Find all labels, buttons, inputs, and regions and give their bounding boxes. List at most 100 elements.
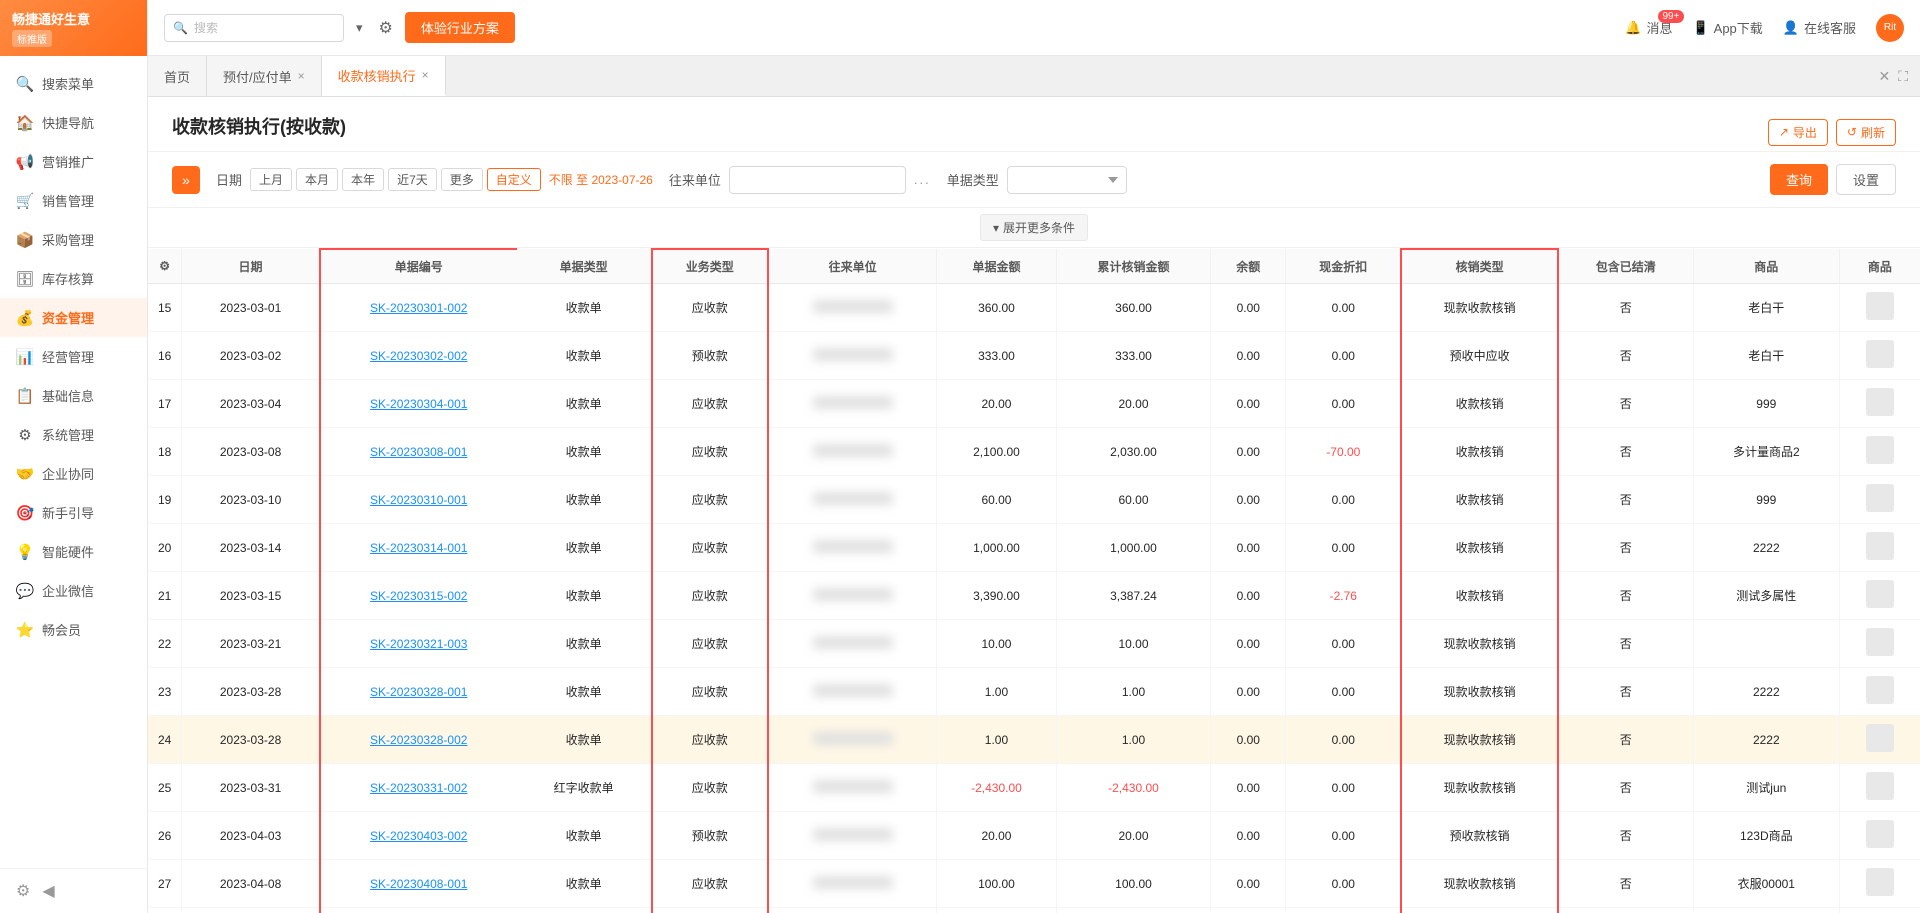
expand-more-label: 展开更多条件 — [1003, 219, 1075, 236]
sidebar-item-operations[interactable]: 📊 经营管理 — [0, 337, 147, 376]
doc-no-link[interactable]: SK-20230403-002 — [370, 829, 467, 843]
collapse-icon[interactable]: ◀ — [42, 881, 54, 901]
cell-biz-type: 应收款 — [652, 668, 768, 716]
table-row[interactable]: 25 2023-03-31 SK-20230331-002 红字收款单 应收款 … — [148, 764, 1920, 812]
cell-product: 多计量商品2 — [1693, 428, 1839, 476]
solution-button[interactable]: 体验行业方案 — [405, 12, 515, 43]
sidebar-item-purchase[interactable]: 📦 采购管理 — [0, 220, 147, 259]
tab-maximize-icon[interactable]: ⛶ — [1898, 68, 1908, 85]
tab-payable[interactable]: 预付/应付单 × — [207, 56, 322, 96]
topbar-gear-icon[interactable]: ⚙ — [379, 18, 393, 38]
table-row[interactable]: 17 2023-03-04 SK-20230304-001 收款单 应收款 20… — [148, 380, 1920, 428]
cell-no: 24 — [148, 716, 182, 764]
topbar-dropdown-arrow[interactable]: ▾ — [356, 20, 363, 36]
query-button[interactable]: 查询 — [1770, 164, 1828, 195]
date-btn-7days[interactable]: 近7天 — [388, 168, 437, 191]
cell-product2 — [1839, 908, 1920, 913]
doc-no-link[interactable]: SK-20230301-002 — [370, 301, 467, 315]
date-btn-more[interactable]: 更多 — [441, 168, 483, 191]
table-row[interactable]: 21 2023-03-15 SK-20230315-002 收款单 应收款 3,… — [148, 572, 1920, 620]
cell-cumulative-cancel: 100.00 — [1056, 908, 1211, 913]
table-row[interactable]: 18 2023-03-08 SK-20230308-001 收款单 应收款 2,… — [148, 428, 1920, 476]
sidebar-item-system[interactable]: ⚙ 系统管理 — [0, 415, 147, 454]
doc-no-link[interactable]: SK-20230328-001 — [370, 685, 467, 699]
doc-no-link[interactable]: SK-20230315-002 — [370, 589, 467, 603]
sidebar-item-sales[interactable]: 🛒 销售管理 — [0, 181, 147, 220]
cell-product: 2222 — [1693, 908, 1839, 913]
doc-no-link[interactable]: SK-20230310-001 — [370, 493, 467, 507]
doc-no-link[interactable]: SK-20230408-001 — [370, 877, 467, 891]
cell-product2 — [1839, 524, 1920, 572]
app-download-button[interactable]: 📱 App下载 — [1692, 18, 1762, 37]
table-row[interactable]: 23 2023-03-28 SK-20230328-001 收款单 应收款 1.… — [148, 668, 1920, 716]
date-btn-this-month[interactable]: 本月 — [296, 168, 338, 191]
cell-biz-type: 应收款 — [652, 524, 768, 572]
col-settings-icon[interactable]: ⚙ — [159, 259, 170, 273]
date-btn-custom[interactable]: 自定义 — [487, 168, 541, 191]
doc-no-link[interactable]: SK-20230302-002 — [370, 349, 467, 363]
table-row[interactable]: 15 2023-03-01 SK-20230301-002 收款单 应收款 36… — [148, 284, 1920, 332]
export-button[interactable]: ↗ 导出 — [1768, 119, 1828, 146]
filter-toggle-button[interactable]: » — [172, 166, 200, 194]
table-row[interactable]: 19 2023-03-10 SK-20230310-001 收款单 应收款 60… — [148, 476, 1920, 524]
cell-doc-type: 收款单 — [517, 380, 652, 428]
date-btn-this-year[interactable]: 本年 — [342, 168, 384, 191]
sidebar-item-basic[interactable]: 📋 基础信息 — [0, 376, 147, 415]
table-row[interactable]: 26 2023-04-03 SK-20230403-002 收款单 预收款 20… — [148, 812, 1920, 860]
cell-cancel-type: 收款核销 — [1401, 428, 1557, 476]
tab-collection-close[interactable]: × — [422, 68, 429, 82]
refresh-button[interactable]: ↺ 刷新 — [1836, 119, 1896, 146]
table-row[interactable]: 28 2023-04-18 SK-20230418-001 收款单 应收款 10… — [148, 908, 1920, 913]
expand-more-button[interactable]: ▾ 展开更多条件 — [980, 214, 1088, 241]
guide-icon: 🎯 — [16, 504, 34, 522]
cell-no: 17 — [148, 380, 182, 428]
online-service-button[interactable]: 👤 在线客服 — [1783, 18, 1856, 37]
sidebar-item-corp[interactable]: 🤝 企业协同 — [0, 454, 147, 493]
doctype-filter-select[interactable] — [1007, 166, 1127, 194]
cell-product2 — [1839, 428, 1920, 476]
table-row[interactable]: 20 2023-03-14 SK-20230314-001 收款单 应收款 1,… — [148, 524, 1920, 572]
partner-filter-input[interactable] — [729, 166, 906, 194]
settings-footer-icon[interactable]: ⚙ — [16, 881, 30, 901]
cell-product2 — [1839, 284, 1920, 332]
cell-include-settled: 否 — [1558, 812, 1694, 860]
tab-home[interactable]: 首页 — [148, 56, 207, 96]
sidebar-item-marketing[interactable]: 📢 营销推广 — [0, 142, 147, 181]
tab-payable-close[interactable]: × — [298, 69, 305, 83]
th-settings[interactable]: ⚙ — [148, 249, 182, 284]
sidebar-item-search[interactable]: 🔍 搜索菜单 — [0, 64, 147, 103]
doc-no-link[interactable]: SK-20230321-003 — [370, 637, 467, 651]
table-row[interactable]: 27 2023-04-08 SK-20230408-001 收款单 应收款 10… — [148, 860, 1920, 908]
sidebar-item-member[interactable]: ⭐ 畅会员 — [0, 610, 147, 649]
filter-bar: » 日期 上月 本月 本年 近7天 更多 自定义 不限 至 2023-07-26… — [148, 152, 1920, 208]
sidebar-item-finance[interactable]: 💰 资金管理 — [0, 298, 147, 337]
cell-doc-type: 收款单 — [517, 668, 652, 716]
user-avatar[interactable]: Rit — [1876, 14, 1904, 42]
doc-no-link[interactable]: SK-20230304-001 — [370, 397, 467, 411]
cell-cumulative-cancel: 1,000.00 — [1056, 524, 1211, 572]
doc-no-link[interactable]: SK-20230328-002 — [370, 733, 467, 747]
sidebar-item-guide[interactable]: 🎯 新手引导 — [0, 493, 147, 532]
table-row[interactable]: 24 2023-03-28 SK-20230328-002 收款单 应收款 1.… — [148, 716, 1920, 764]
tab-collection[interactable]: 收款核销执行 × — [322, 56, 446, 96]
sidebar-item-wechat[interactable]: 💬 企业微信 — [0, 571, 147, 610]
topbar-search-box[interactable]: 🔍 搜索 — [164, 14, 344, 42]
cell-doc-amount: 3,390.00 — [937, 572, 1056, 620]
sidebar-label-operations: 经营管理 — [42, 347, 94, 366]
sidebar-item-shortcut[interactable]: 🏠 快捷导航 — [0, 103, 147, 142]
doc-no-link[interactable]: SK-20230314-001 — [370, 541, 467, 555]
sidebar-item-inventory[interactable]: 🗄 库存核算 — [0, 259, 147, 298]
cell-product: 999 — [1693, 476, 1839, 524]
cell-no: 19 — [148, 476, 182, 524]
doc-no-link[interactable]: SK-20230308-001 — [370, 445, 467, 459]
table-row[interactable]: 16 2023-03-02 SK-20230302-002 收款单 预收款 33… — [148, 332, 1920, 380]
sidebar-item-hardware[interactable]: 💡 智能硬件 — [0, 532, 147, 571]
date-btn-last-month[interactable]: 上月 — [250, 168, 292, 191]
cell-doc-amount: 360.00 — [937, 284, 1056, 332]
tab-close-all-icon[interactable]: ✕ — [1878, 68, 1890, 85]
table-row[interactable]: 22 2023-03-21 SK-20230321-003 收款单 应收款 10… — [148, 620, 1920, 668]
doc-no-link[interactable]: SK-20230331-002 — [370, 781, 467, 795]
notif-button[interactable]: 🔔 消息 99+ — [1625, 18, 1672, 37]
settings-button[interactable]: 设置 — [1836, 164, 1896, 195]
data-table: ⚙ 日期 单据编号 单据类型 业务类型 往来单位 单据金额 累计核销金额 余额 … — [148, 248, 1920, 913]
